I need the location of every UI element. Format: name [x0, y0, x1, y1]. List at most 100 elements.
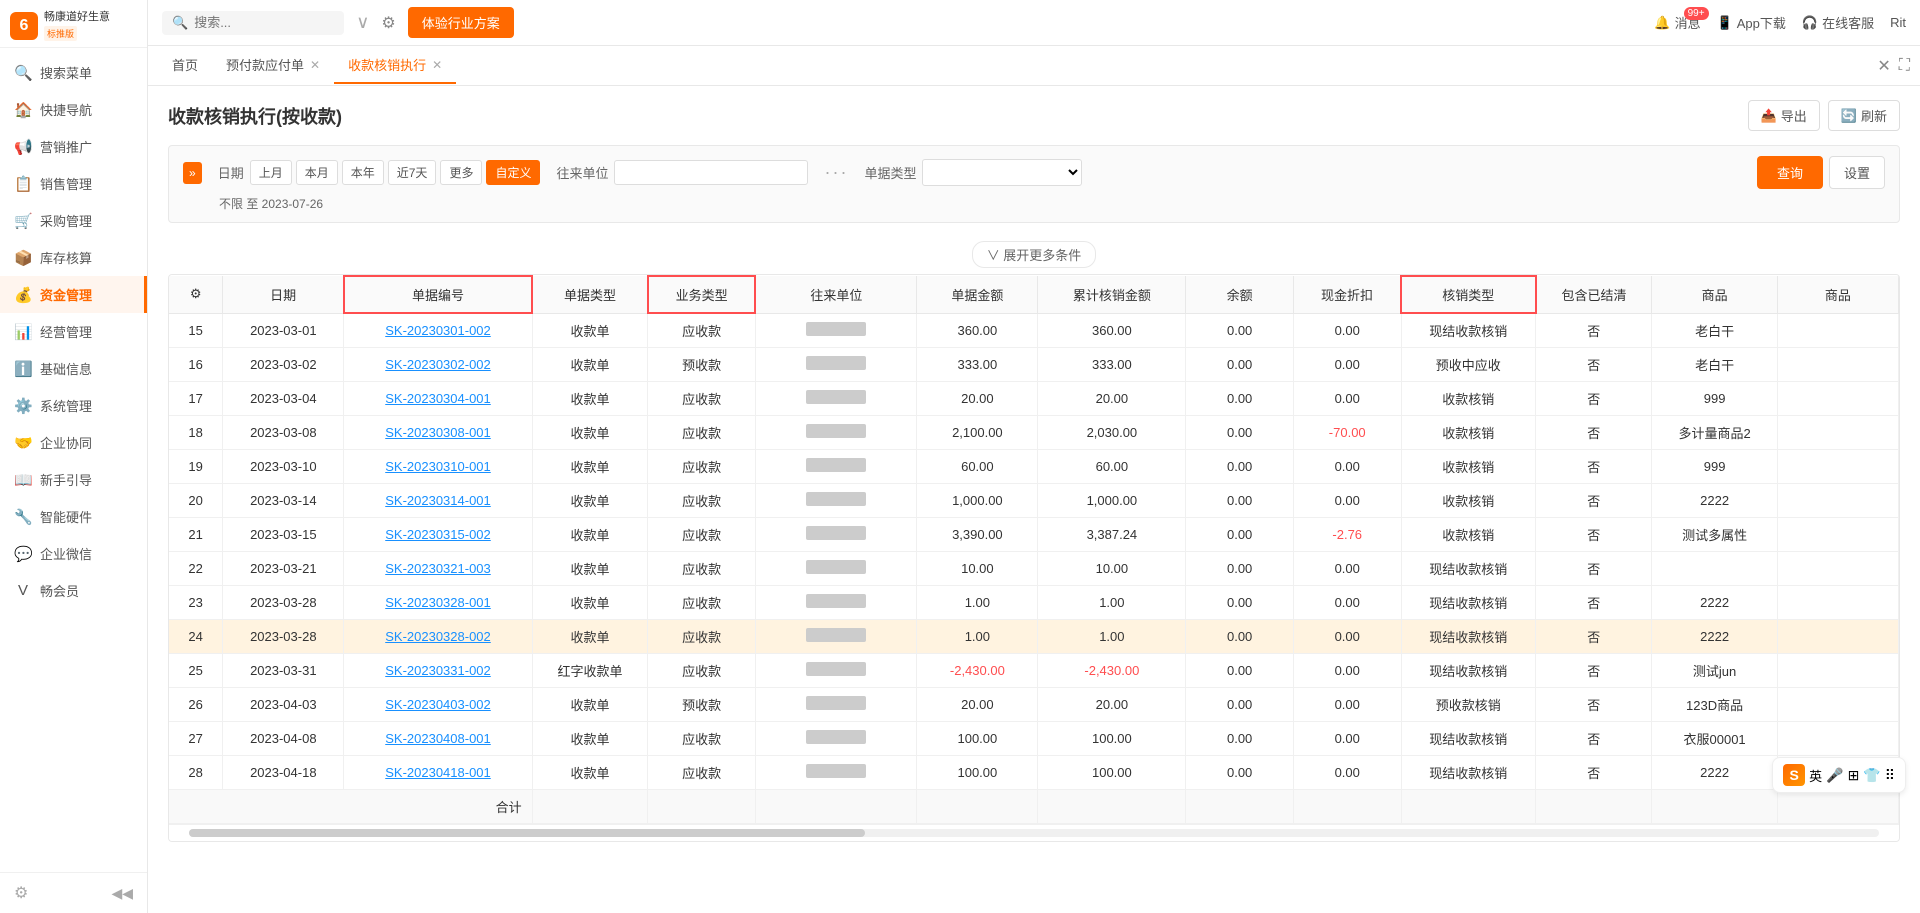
cell-doc_no[interactable]: SK-20230308-001	[344, 416, 532, 450]
cell-doc_no[interactable]: SK-20230314-001	[344, 484, 532, 518]
export-btn[interactable]: 📤 导出	[1748, 100, 1820, 131]
cell-doc_no[interactable]: SK-20230302-002	[344, 348, 532, 382]
collapse-icon[interactable]: ◀◀	[111, 885, 133, 902]
notifications-btn[interactable]: 🔔 消息 99+	[1654, 13, 1700, 32]
cell-doc_amount: 10.00	[917, 552, 1038, 586]
table-row[interactable]: 232023-03-28SK-20230328-001收款单应收款1.001.0…	[169, 586, 1899, 620]
brand-mic-icon[interactable]: 🎤	[1826, 767, 1843, 784]
table-row[interactable]: 242023-03-28SK-20230328-002收款单应收款1.001.0…	[169, 620, 1899, 654]
app-download-btn[interactable]: 📱 App下载	[1717, 13, 1786, 32]
doc-link[interactable]: SK-20230314-001	[385, 493, 491, 508]
table-row[interactable]: 152023-03-01SK-20230301-002收款单应收款360.003…	[169, 313, 1899, 348]
scrollbar-thumb[interactable]	[189, 829, 865, 837]
date-7days-btn[interactable]: 近7天	[388, 160, 437, 185]
table-row[interactable]: 282023-04-18SK-20230418-001收款单应收款100.001…	[169, 756, 1899, 790]
sidebar-item-enterprise[interactable]: 🤝 企业协同	[0, 424, 147, 461]
doc-link[interactable]: SK-20230418-001	[385, 765, 491, 780]
sidebar-item-inventory[interactable]: 📦 库存核算	[0, 239, 147, 276]
doc-link[interactable]: SK-20230408-001	[385, 731, 491, 746]
sidebar-item-operations[interactable]: 📊 经营管理	[0, 313, 147, 350]
chevron-down-icon[interactable]: ∨	[356, 12, 369, 33]
sidebar-item-search[interactable]: 🔍 搜索菜单	[0, 54, 147, 91]
receipt-type-select[interactable]	[922, 159, 1082, 186]
cell-doc_no[interactable]: SK-20230304-001	[344, 382, 532, 416]
sidebar-item-basic[interactable]: ℹ️ 基础信息	[0, 350, 147, 387]
tab-collection-reconcile[interactable]: 收款核销执行 ✕	[334, 47, 456, 84]
user-avatar[interactable]: Rit	[1890, 15, 1906, 30]
doc-link[interactable]: SK-20230304-001	[385, 391, 491, 406]
search-input[interactable]	[194, 15, 334, 30]
online-support-btn[interactable]: 🎧 在线客服	[1802, 13, 1874, 32]
brand-extra-icon[interactable]: ⠿	[1885, 767, 1895, 784]
doc-link[interactable]: SK-20230321-003	[385, 561, 491, 576]
expand-conditions-btn[interactable]: ∨ 展开更多条件	[972, 241, 1097, 268]
filter-toggle-btn[interactable]: »	[183, 162, 202, 184]
cell-doc_no[interactable]: SK-20230328-001	[344, 586, 532, 620]
table-row[interactable]: 182023-03-08SK-20230308-001收款单应收款2,100.0…	[169, 416, 1899, 450]
table-row[interactable]: 252023-03-31SK-20230331-002红字收款单应收款-2,43…	[169, 654, 1899, 688]
cell-doc_no[interactable]: SK-20230315-002	[344, 518, 532, 552]
table-row[interactable]: 272023-04-08SK-20230408-001收款单应收款100.001…	[169, 722, 1899, 756]
filter-settings-btn[interactable]: 设置	[1829, 156, 1885, 189]
sidebar-item-wechat[interactable]: 💬 企业微信	[0, 535, 147, 572]
cell-doc_no[interactable]: SK-20230331-002	[344, 654, 532, 688]
col-header-include_settled: 包含已结清	[1536, 276, 1652, 313]
table-scroll[interactable]: ⚙日期单据编号单据类型业务类型往来单位单据金额累计核销金额余额现金折扣核销类型包…	[169, 275, 1899, 824]
doc-link[interactable]: SK-20230308-001	[385, 425, 491, 440]
table-row[interactable]: 262023-04-03SK-20230403-002收款单预收款20.0020…	[169, 688, 1899, 722]
expand-tab-btn[interactable]: ⛶	[1899, 57, 1910, 75]
doc-link[interactable]: SK-20230328-001	[385, 595, 491, 610]
doc-link[interactable]: SK-20230315-002	[385, 527, 491, 542]
sidebar-item-sales[interactable]: 📋 销售管理	[0, 165, 147, 202]
table-row[interactable]: 162023-03-02SK-20230302-002收款单预收款333.003…	[169, 348, 1899, 382]
settings-icon[interactable]: ⚙	[14, 883, 28, 903]
cell-doc_no[interactable]: SK-20230321-003	[344, 552, 532, 586]
table-row[interactable]: 222023-03-21SK-20230321-003收款单应收款10.0010…	[169, 552, 1899, 586]
query-btn[interactable]: 查询	[1757, 156, 1823, 189]
brand-grid-icon[interactable]: ⊞	[1848, 767, 1860, 784]
date-more-btn[interactable]: 更多	[440, 160, 482, 185]
doc-link[interactable]: SK-20230403-002	[385, 697, 491, 712]
sidebar-item-quick-nav[interactable]: 🏠 快捷导航	[0, 91, 147, 128]
sidebar-item-purchase[interactable]: 🛒 采购管理	[0, 202, 147, 239]
cell-doc_no[interactable]: SK-20230301-002	[344, 313, 532, 348]
close-tab-btn[interactable]: ✕	[1877, 56, 1890, 76]
doc-link[interactable]: SK-20230310-001	[385, 459, 491, 474]
cell-doc_no[interactable]: SK-20230418-001	[344, 756, 532, 790]
date-prev-month-btn[interactable]: 上月	[250, 160, 292, 185]
table-row[interactable]: 172023-03-04SK-20230304-001收款单应收款20.0020…	[169, 382, 1899, 416]
doc-link[interactable]: SK-20230301-002	[385, 323, 491, 338]
cell-biz_type: 应收款	[648, 756, 756, 790]
refresh-btn[interactable]: 🔄 刷新	[1828, 100, 1900, 131]
tab-close-prepay-order[interactable]: ✕	[310, 58, 320, 72]
cell-doc_no[interactable]: SK-20230310-001	[344, 450, 532, 484]
tab-home[interactable]: 首页	[158, 47, 212, 84]
cell-counterpart	[755, 552, 916, 586]
industry-btn[interactable]: 体验行业方案	[408, 7, 514, 38]
doc-link[interactable]: SK-20230328-002	[385, 629, 491, 644]
cell-cash_discount: 0.00	[1293, 484, 1401, 518]
horizontal-scrollbar[interactable]	[189, 829, 1879, 837]
date-this-year-btn[interactable]: 本年	[342, 160, 384, 185]
table-row[interactable]: 212023-03-15SK-20230315-002收款单应收款3,390.0…	[169, 518, 1899, 552]
table-row[interactable]: 202023-03-14SK-20230314-001收款单应收款1,000.0…	[169, 484, 1899, 518]
tab-prepay-order[interactable]: 预付款应付单 ✕	[212, 47, 334, 84]
brand-shirt-icon[interactable]: 👕	[1863, 767, 1880, 784]
tab-close-collection-reconcile[interactable]: ✕	[432, 58, 442, 72]
date-this-month-btn[interactable]: 本月	[296, 160, 338, 185]
cell-doc_no[interactable]: SK-20230408-001	[344, 722, 532, 756]
sidebar-item-finance[interactable]: 💰 资金管理	[0, 276, 147, 313]
counterpart-input[interactable]	[614, 160, 808, 185]
gear-icon[interactable]: ⚙	[381, 13, 395, 33]
sidebar-item-hardware[interactable]: 🔧 智能硬件	[0, 498, 147, 535]
doc-link[interactable]: SK-20230331-002	[385, 663, 491, 678]
table-row[interactable]: 192023-03-10SK-20230310-001收款单应收款60.0060…	[169, 450, 1899, 484]
cell-doc_no[interactable]: SK-20230403-002	[344, 688, 532, 722]
sidebar-item-system[interactable]: ⚙️ 系统管理	[0, 387, 147, 424]
cell-doc_no[interactable]: SK-20230328-002	[344, 620, 532, 654]
sidebar-item-guide[interactable]: 📖 新手引导	[0, 461, 147, 498]
doc-link[interactable]: SK-20230302-002	[385, 357, 491, 372]
sidebar-item-marketing[interactable]: 📢 营销推广	[0, 128, 147, 165]
date-custom-btn[interactable]: 自定义	[486, 160, 540, 185]
sidebar-item-member[interactable]: V 畅会员	[0, 572, 147, 609]
